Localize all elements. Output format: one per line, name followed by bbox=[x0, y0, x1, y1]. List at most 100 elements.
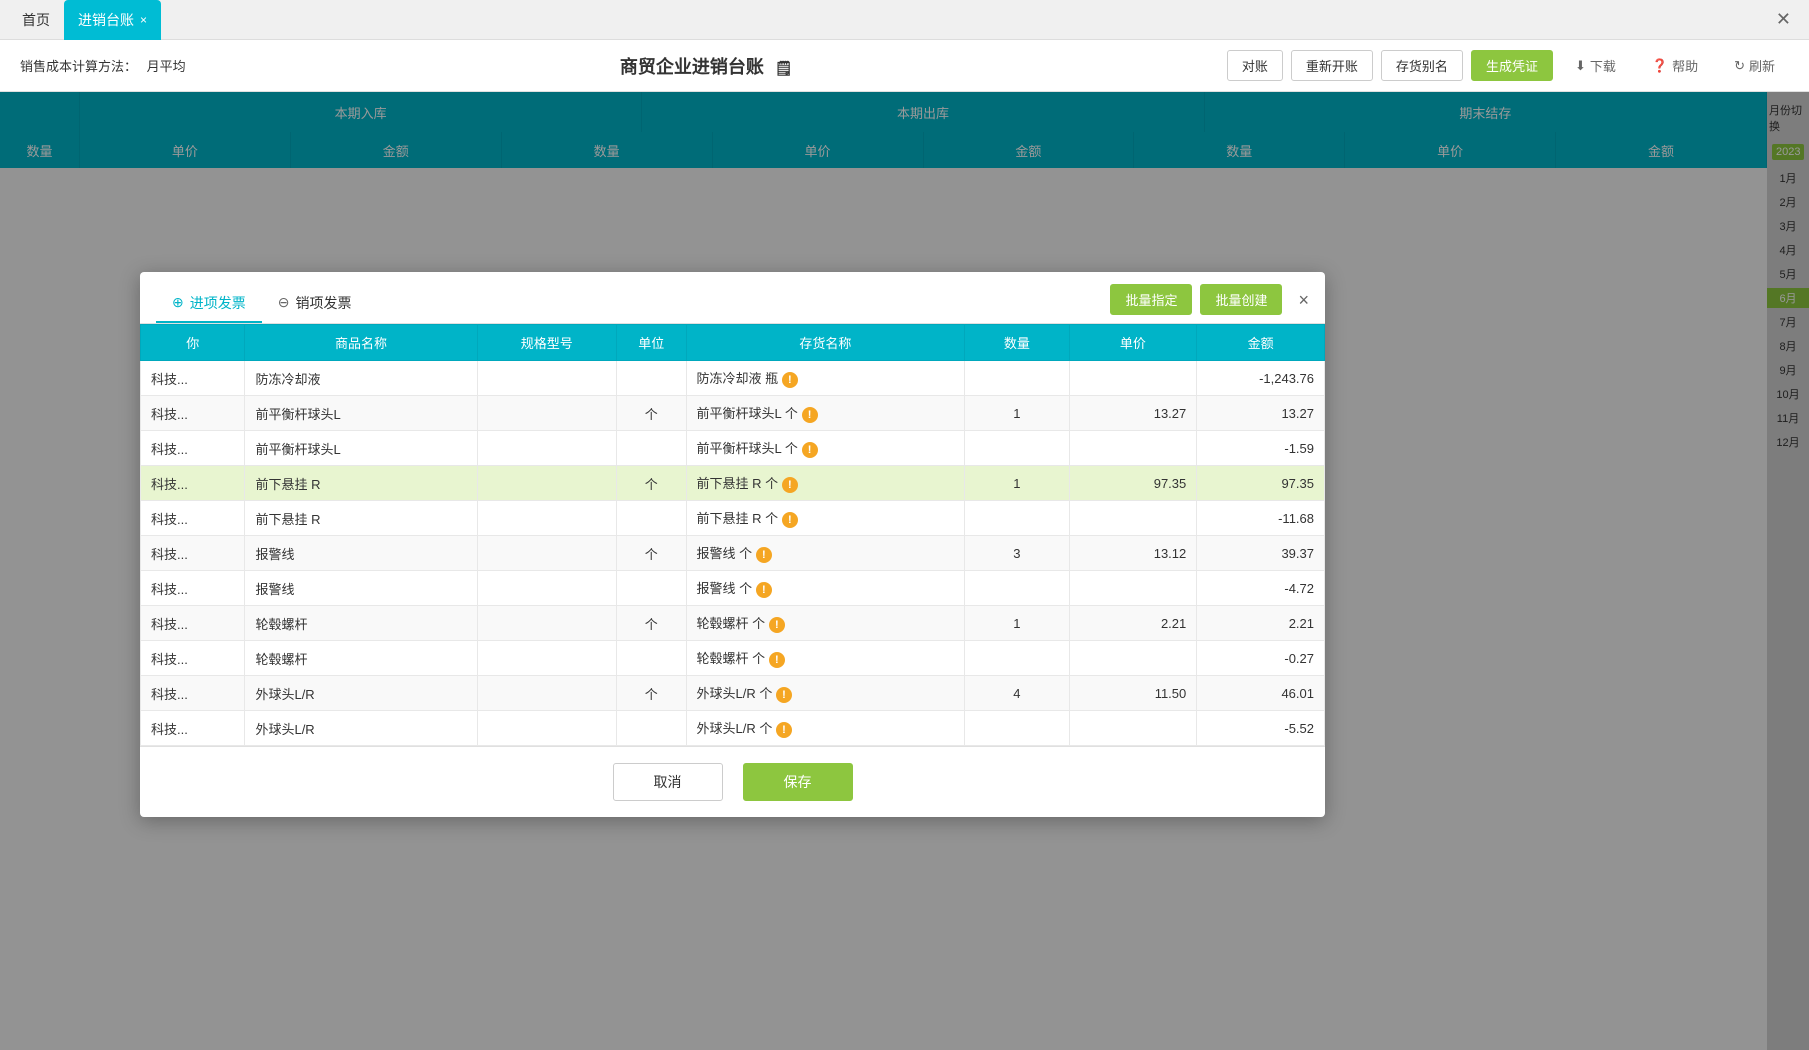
modal-footer: 取消 保存 bbox=[140, 746, 1325, 817]
duizhang-button[interactable]: 对账 bbox=[1227, 50, 1283, 81]
cell-quantity: 1 bbox=[965, 396, 1069, 431]
table-row[interactable]: 科技...报警线个报警线 个 !313.1239.37 bbox=[141, 536, 1325, 571]
table-row[interactable]: 科技...轮毂螺杆轮毂螺杆 个 !-0.27 bbox=[141, 641, 1325, 676]
warning-icon: ! bbox=[756, 547, 772, 563]
modal-table: 你 商品名称 规格型号 单位 存 bbox=[140, 324, 1325, 746]
cell-unit bbox=[616, 501, 686, 536]
cell-spec bbox=[477, 431, 616, 466]
cell-stock-name: 前平衡杆球头L 个 ! bbox=[686, 396, 965, 431]
reopen-button[interactable]: 重新开账 bbox=[1291, 50, 1373, 81]
cell-stock-name: 外球头L/R 个 ! bbox=[686, 676, 965, 711]
cell-unit-price: 13.27 bbox=[1069, 396, 1197, 431]
download-icon: ⬇ bbox=[1575, 58, 1586, 74]
refresh-button[interactable]: ↻ 刷新 bbox=[1720, 51, 1789, 80]
modal-header: ⊕ 进项发票 ⊖ 销项发票 批量指定 批量创建 × bbox=[140, 272, 1325, 324]
cell-stock-name: 防冻冷却液 瓶 ! bbox=[686, 361, 965, 396]
batch-assign-button[interactable]: 批量指定 bbox=[1110, 284, 1192, 315]
cell-unit-price bbox=[1069, 431, 1197, 466]
cell-spec bbox=[477, 501, 616, 536]
cell-spec bbox=[477, 711, 616, 746]
inbound-tab-icon: ⊕ bbox=[172, 294, 184, 311]
global-close-button[interactable]: ✕ bbox=[1766, 9, 1801, 30]
cell-quantity: 1 bbox=[965, 606, 1069, 641]
cell-unit: 个 bbox=[616, 676, 686, 711]
cell-product-name: 外球头L/R bbox=[245, 711, 477, 746]
cell-product-name: 前下悬挂 R bbox=[245, 501, 477, 536]
cell-unit bbox=[616, 431, 686, 466]
cell-quantity: 4 bbox=[965, 676, 1069, 711]
table-row[interactable]: 科技...外球头L/R个外球头L/R 个 !411.5046.01 bbox=[141, 676, 1325, 711]
stock-alias-button[interactable]: 存货别名 bbox=[1381, 50, 1463, 81]
table-row[interactable]: 科技...前平衡杆球头L前平衡杆球头L 个 !-1.59 bbox=[141, 431, 1325, 466]
cell-quantity bbox=[965, 361, 1069, 396]
cell-company: 科技... bbox=[141, 361, 245, 396]
modal-header-actions: 批量指定 批量创建 bbox=[1110, 284, 1282, 323]
cell-quantity bbox=[965, 501, 1069, 536]
tab-ledger-close[interactable]: × bbox=[140, 13, 147, 27]
cell-amount: -11.68 bbox=[1197, 501, 1325, 536]
save-button[interactable]: 保存 bbox=[743, 763, 853, 801]
outbound-tab-icon: ⊖ bbox=[278, 294, 290, 311]
cell-company: 科技... bbox=[141, 536, 245, 571]
modal-tab-inbound[interactable]: ⊕ 进项发票 bbox=[156, 285, 262, 323]
cell-unit bbox=[616, 641, 686, 676]
generate-button[interactable]: 生成凭证 bbox=[1471, 50, 1553, 81]
th-stock-name: 存货名称 bbox=[686, 325, 965, 361]
tab-ledger[interactable]: 进销台账 × bbox=[64, 0, 161, 40]
tab-home[interactable]: 首页 bbox=[8, 0, 64, 40]
cell-unit: 个 bbox=[616, 536, 686, 571]
cost-method-label: 销售成本计算方法： 月平均 bbox=[20, 56, 186, 75]
cell-unit: 个 bbox=[616, 606, 686, 641]
download-button[interactable]: ⬇ 下载 bbox=[1561, 51, 1630, 80]
cell-company: 科技... bbox=[141, 501, 245, 536]
cell-spec bbox=[477, 396, 616, 431]
cell-amount: 13.27 bbox=[1197, 396, 1325, 431]
cell-quantity bbox=[965, 431, 1069, 466]
cell-amount: -0.27 bbox=[1197, 641, 1325, 676]
batch-create-button[interactable]: 批量创建 bbox=[1200, 284, 1282, 315]
cell-quantity bbox=[965, 571, 1069, 606]
warning-icon: ! bbox=[802, 442, 818, 458]
th-product-name: 商品名称 bbox=[245, 325, 477, 361]
cell-unit bbox=[616, 571, 686, 606]
top-toolbar: 销售成本计算方法： 月平均 商贸企业进销台账 🗒 对账 重新开账 存货别名 生成… bbox=[0, 40, 1809, 92]
table-row[interactable]: 科技...外球头L/R外球头L/R 个 !-5.52 bbox=[141, 711, 1325, 746]
warning-icon: ! bbox=[769, 652, 785, 668]
table-row[interactable]: 科技...前下悬挂 R前下悬挂 R 个 !-11.68 bbox=[141, 501, 1325, 536]
cell-quantity: 1 bbox=[965, 466, 1069, 501]
cancel-button[interactable]: 取消 bbox=[613, 763, 723, 801]
cell-unit-price bbox=[1069, 571, 1197, 606]
cell-amount: 97.35 bbox=[1197, 466, 1325, 501]
table-row[interactable]: 科技...前下悬挂 R个前下悬挂 R 个 !197.3597.35 bbox=[141, 466, 1325, 501]
warning-icon: ! bbox=[776, 687, 792, 703]
cell-amount: 2.21 bbox=[1197, 606, 1325, 641]
th-unit-price: 单价 bbox=[1069, 325, 1197, 361]
table-row[interactable]: 科技...轮毂螺杆个轮毂螺杆 个 !12.212.21 bbox=[141, 606, 1325, 641]
title-icon: 🗒 bbox=[775, 60, 793, 76]
table-row[interactable]: 科技...防冻冷却液防冻冷却液 瓶 !-1,243.76 bbox=[141, 361, 1325, 396]
warning-icon: ! bbox=[782, 512, 798, 528]
table-row[interactable]: 科技...报警线报警线 个 !-4.72 bbox=[141, 571, 1325, 606]
modal-close-button[interactable]: × bbox=[1298, 291, 1309, 317]
help-button[interactable]: ❓ 帮助 bbox=[1638, 51, 1712, 80]
help-icon: ❓ bbox=[1652, 58, 1668, 74]
tab-bar: 首页 进销台账 × ✕ bbox=[0, 0, 1809, 40]
cell-product-name: 报警线 bbox=[245, 536, 477, 571]
cell-amount: -4.72 bbox=[1197, 571, 1325, 606]
refresh-icon: ↻ bbox=[1734, 58, 1745, 74]
table-header-row: 你 商品名称 规格型号 单位 存 bbox=[141, 325, 1325, 361]
modal-tab-outbound[interactable]: ⊖ 销项发票 bbox=[262, 285, 368, 323]
cell-unit-price: 13.12 bbox=[1069, 536, 1197, 571]
cell-unit: 个 bbox=[616, 466, 686, 501]
cell-product-name: 外球头L/R bbox=[245, 676, 477, 711]
warning-icon: ! bbox=[769, 617, 785, 633]
modal-dialog: ⊕ 进项发票 ⊖ 销项发票 批量指定 批量创建 × bbox=[140, 272, 1325, 817]
cell-unit-price: 11.50 bbox=[1069, 676, 1197, 711]
cell-amount: 39.37 bbox=[1197, 536, 1325, 571]
table-row[interactable]: 科技...前平衡杆球头L个前平衡杆球头L 个 !113.2713.27 bbox=[141, 396, 1325, 431]
cell-unit-price: 97.35 bbox=[1069, 466, 1197, 501]
cell-quantity: 3 bbox=[965, 536, 1069, 571]
cell-unit-price: 2.21 bbox=[1069, 606, 1197, 641]
cell-spec bbox=[477, 536, 616, 571]
warning-icon: ! bbox=[782, 477, 798, 493]
